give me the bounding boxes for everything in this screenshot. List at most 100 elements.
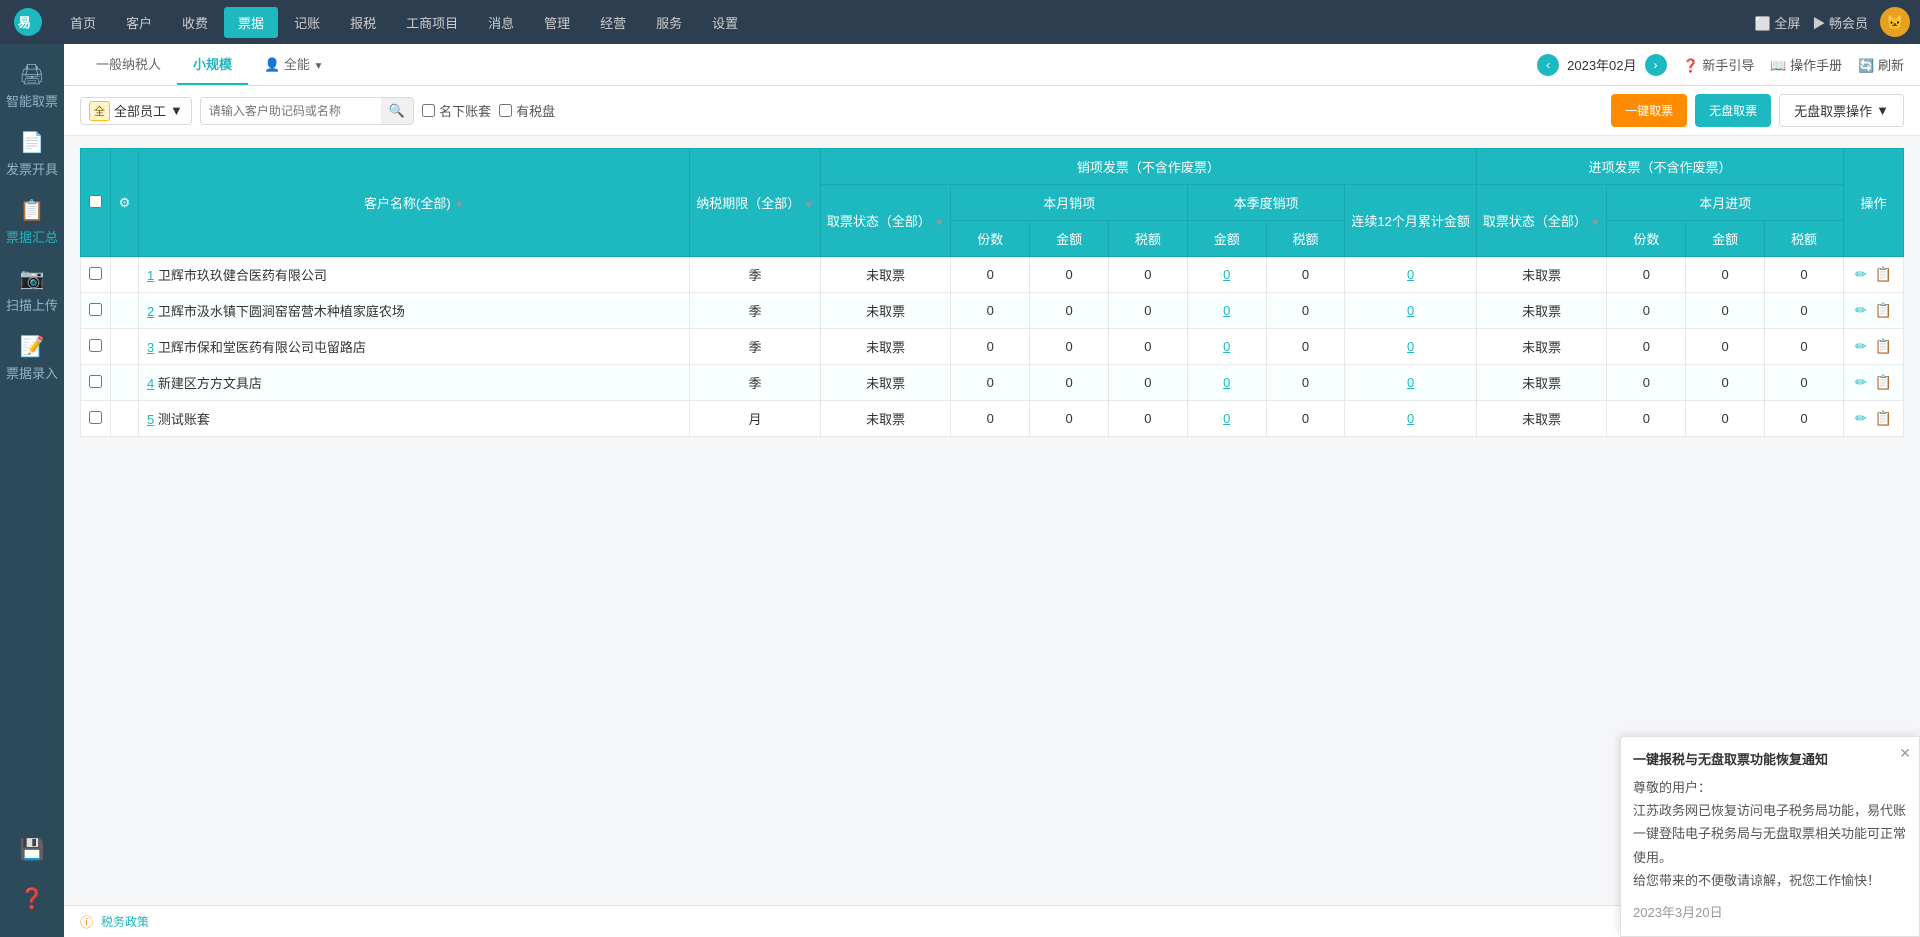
row-edit-btn[interactable]: ✏ xyxy=(1853,300,1869,321)
checkbox-has-disk[interactable]: 有税盘 xyxy=(499,101,555,120)
sidebar-download[interactable]: 💾 xyxy=(16,827,49,872)
row-detail-btn[interactable]: 📋 xyxy=(1872,372,1893,393)
nav-ticket[interactable]: 票据 xyxy=(224,7,278,38)
customer-filter-icon[interactable]: ▼ xyxy=(454,200,464,211)
row-detail-btn[interactable]: 📋 xyxy=(1872,408,1893,429)
row-checkbox[interactable] xyxy=(81,257,111,293)
row-purchase-month-count: 0 xyxy=(1607,293,1686,329)
row-edit-btn[interactable]: ✏ xyxy=(1853,372,1869,393)
nav-home[interactable]: 首页 xyxy=(56,7,110,38)
member-btn[interactable]: ▶ 畅会员 xyxy=(1812,13,1868,32)
refresh-btn[interactable]: 🔄 刷新 xyxy=(1858,55,1904,74)
sidebar-item-scan-upload[interactable]: 📷 扫描上传 xyxy=(0,256,64,324)
my-account-checkbox[interactable] xyxy=(422,104,435,117)
row-detail-btn[interactable]: 📋 xyxy=(1872,336,1893,357)
search-button[interactable]: 🔍 xyxy=(381,98,413,124)
row-sale-month-amount: 0 xyxy=(1030,293,1109,329)
tax-period-filter-icon[interactable]: ▼ xyxy=(804,200,814,211)
one-key-ticket-btn[interactable]: 一键取票 xyxy=(1611,94,1687,127)
nav-bookkeeping[interactable]: 记账 xyxy=(280,7,334,38)
search-input[interactable] xyxy=(201,100,381,122)
row-detail-btn[interactable]: 📋 xyxy=(1872,300,1893,321)
new-guide-btn[interactable]: ❓ 新手引导 xyxy=(1683,55,1755,74)
sale-status-filter-icon[interactable]: ▼ xyxy=(934,218,944,229)
no-disk-ticket-btn[interactable]: 无盘取票 xyxy=(1695,94,1771,127)
notification-title: 一键报税与无盘取票功能恢复通知 xyxy=(1633,749,1907,768)
no-disk-ops-btn[interactable]: 无盘取票操作 ▼ xyxy=(1779,94,1904,127)
nav-settings[interactable]: 设置 xyxy=(698,7,752,38)
user-avatar[interactable]: 🐱 xyxy=(1880,7,1910,37)
sidebar-item-ticket-entry[interactable]: 📝 票据录入 xyxy=(0,324,64,392)
nav-operation[interactable]: 经营 xyxy=(586,7,640,38)
row-sale-month-tax: 0 xyxy=(1108,401,1187,437)
row-detail-btn[interactable]: 📋 xyxy=(1872,264,1893,285)
tab-general-taxpayer[interactable]: 一般纳税人 xyxy=(80,44,177,85)
row-purchase-month-tax: 0 xyxy=(1765,365,1844,401)
tab-small-scale[interactable]: 小规模 xyxy=(177,44,248,85)
date-next-btn[interactable]: › xyxy=(1645,54,1667,76)
help-icon: ❓ xyxy=(20,886,45,911)
th-purchase-month-tax: 税额 xyxy=(1765,221,1844,257)
toolbar: 全 全部员工 ▼ 🔍 名下账套 有税盘 一键取票 无盘取票 无盘取票操作 xyxy=(64,86,1920,136)
row-edit-btn[interactable]: ✏ xyxy=(1853,408,1869,429)
sidebar-item-issue-invoice[interactable]: 📄 发票开具 xyxy=(0,120,64,188)
nav-manage[interactable]: 管理 xyxy=(530,7,584,38)
fullscreen-btn[interactable]: ⬜ 全屏 xyxy=(1755,13,1801,32)
purchase-status-filter-icon[interactable]: ▼ xyxy=(1591,218,1601,229)
th-sale-12month: 连续12个月累计金额 xyxy=(1345,185,1476,257)
row-index[interactable]: 3 xyxy=(147,340,154,355)
th-checkbox xyxy=(81,149,111,257)
row-index[interactable]: 4 xyxy=(147,376,154,391)
row-select-checkbox[interactable] xyxy=(89,267,102,280)
row-actions: ✏ 📋 xyxy=(1844,365,1904,401)
sidebar-item-smart-ticket[interactable]: 🖨 智能取票 xyxy=(0,52,64,120)
row-checkbox[interactable] xyxy=(81,329,111,365)
th-settings: ⚙ xyxy=(111,149,139,257)
row-index[interactable]: 1 xyxy=(147,268,154,283)
select-all-checkbox[interactable] xyxy=(89,195,102,208)
dropdown-chevron-icon: ▼ xyxy=(1876,103,1889,118)
row-edit-btn[interactable]: ✏ xyxy=(1853,336,1869,357)
nav-business[interactable]: 工商项目 xyxy=(392,7,472,38)
nav-charge[interactable]: 收费 xyxy=(168,7,222,38)
tax-policy-info-icon: ⓘ xyxy=(80,912,93,931)
row-edit-btn[interactable]: ✏ xyxy=(1853,264,1869,285)
row-select-checkbox[interactable] xyxy=(89,339,102,352)
nav-customer[interactable]: 客户 xyxy=(112,7,166,38)
row-select-checkbox[interactable] xyxy=(89,375,102,388)
manual-btn[interactable]: 📖 操作手册 xyxy=(1770,55,1842,74)
tax-policy-link[interactable]: 税务政策 xyxy=(101,913,149,930)
sidebar-item-ticket-summary[interactable]: 📋 票据汇总 xyxy=(0,188,64,256)
nav-service[interactable]: 服务 xyxy=(642,7,696,38)
sidebar-help[interactable]: ❓ xyxy=(16,876,49,921)
th-purchase-month: 本月进项 xyxy=(1607,185,1844,221)
tab-all-ability[interactable]: 👤 全能 ▼ xyxy=(248,44,339,85)
row-purchase-month-tax: 0 xyxy=(1765,401,1844,437)
row-checkbox[interactable] xyxy=(81,401,111,437)
row-customer: 5 测试账套 xyxy=(139,401,690,437)
has-disk-checkbox[interactable] xyxy=(499,104,512,117)
row-checkbox[interactable] xyxy=(81,365,111,401)
ticket-entry-icon: 📝 xyxy=(20,334,45,359)
row-select-checkbox[interactable] xyxy=(89,411,102,424)
nav-message[interactable]: 消息 xyxy=(474,7,528,38)
row-tax-period: 季 xyxy=(690,365,821,401)
row-sale-12month: 0 xyxy=(1345,257,1476,293)
row-customer: 2 卫辉市汲水镇下圆涧窑窑营木种植家庭农场 xyxy=(139,293,690,329)
row-index[interactable]: 2 xyxy=(147,304,154,319)
row-sale-quarter-amount: 0 xyxy=(1187,329,1266,365)
employee-selector[interactable]: 全 全部员工 ▼ xyxy=(80,97,192,125)
th-sale-month: 本月销项 xyxy=(951,185,1187,221)
svg-text:易: 易 xyxy=(18,15,31,30)
top-navigation: 易 首页 客户 收费 票据 记账 报税 工商项目 消息 管理 经营 服务 设置 … xyxy=(0,0,1920,44)
row-select-checkbox[interactable] xyxy=(89,303,102,316)
row-checkbox[interactable] xyxy=(81,293,111,329)
date-prev-btn[interactable]: ‹ xyxy=(1537,54,1559,76)
th-action: 操作 xyxy=(1844,149,1904,257)
all-ability-icon: 👤 xyxy=(264,57,280,72)
nav-tax[interactable]: 报税 xyxy=(336,7,390,38)
notification-close-btn[interactable]: ✕ xyxy=(1899,745,1911,762)
logo[interactable]: 易 xyxy=(10,4,46,40)
checkbox-my-account[interactable]: 名下账套 xyxy=(422,101,491,120)
row-index[interactable]: 5 xyxy=(147,412,154,427)
